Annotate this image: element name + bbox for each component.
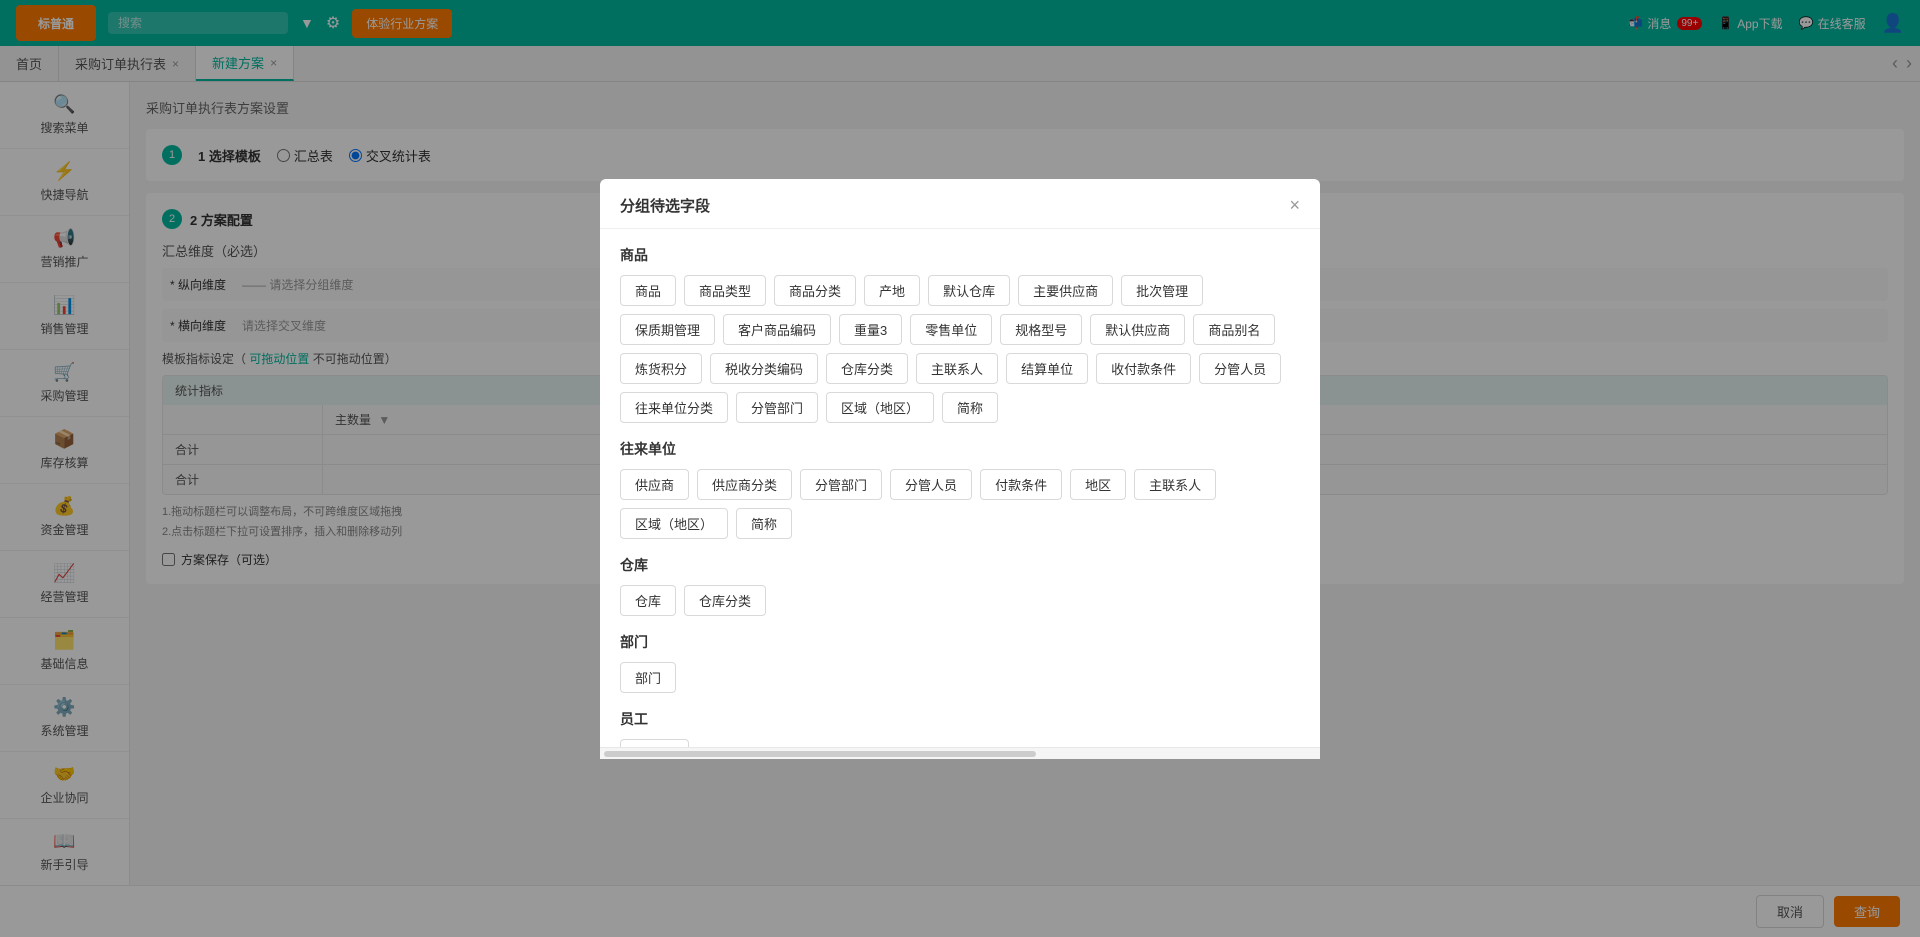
field-short-name[interactable]: 简称	[942, 392, 998, 423]
field-warehouse-category[interactable]: 仓库分类	[826, 353, 908, 384]
field-goods-category[interactable]: 商品分类	[774, 275, 856, 306]
field-warehouse-cat[interactable]: 仓库分类	[684, 585, 766, 616]
modal-close-btn[interactable]: ×	[1289, 196, 1300, 214]
section-title-goods: 商品	[620, 245, 1300, 265]
field-area[interactable]: 地区	[1070, 469, 1126, 500]
field-dept[interactable]: 分管部门	[736, 392, 818, 423]
modal-overlay: 分组待选字段 × 商品 商品 商品类型 商品分类 产地 默认仓库 主要供应商 批…	[0, 0, 1920, 937]
section-title-partner: 往来单位	[620, 439, 1300, 459]
field-spec-model[interactable]: 规格型号	[1000, 314, 1082, 345]
field-grid-goods: 商品 商品类型 商品分类 产地 默认仓库 主要供应商 批次管理 保质期管理 客户…	[620, 275, 1300, 423]
field-goods-alias[interactable]: 商品别名	[1193, 314, 1275, 345]
field-region2[interactable]: 区域（地区）	[620, 508, 728, 539]
field-grid-dept: 部门	[620, 662, 1300, 693]
field-main-contact[interactable]: 主联系人	[916, 353, 998, 384]
field-selection-modal: 分组待选字段 × 商品 商品 商品类型 商品分类 产地 默认仓库 主要供应商 批…	[600, 179, 1320, 759]
field-weight3[interactable]: 重量3	[839, 314, 902, 345]
field-customer-goods-code[interactable]: 客户商品编码	[723, 314, 831, 345]
modal-scrollbar	[600, 747, 1320, 759]
field-goods[interactable]: 商品	[620, 275, 676, 306]
field-salesperson[interactable]: 业务员	[620, 739, 689, 747]
field-default-warehouse[interactable]: 默认仓库	[928, 275, 1010, 306]
field-tax-code[interactable]: 税收分类编码	[710, 353, 818, 384]
section-title-dept: 部门	[620, 632, 1300, 652]
field-grid-warehouse: 仓库 仓库分类	[620, 585, 1300, 616]
field-default-supplier[interactable]: 默认供应商	[1090, 314, 1185, 345]
field-supplier[interactable]: 供应商	[620, 469, 689, 500]
field-refine-points[interactable]: 炼货积分	[620, 353, 702, 384]
modal-body: 商品 商品 商品类型 商品分类 产地 默认仓库 主要供应商 批次管理 保质期管理…	[600, 229, 1320, 747]
field-supplier-category[interactable]: 供应商分类	[697, 469, 792, 500]
field-batch-mgmt[interactable]: 批次管理	[1121, 275, 1203, 306]
section-title-employee: 员工	[620, 709, 1300, 729]
field-goods-type[interactable]: 商品类型	[684, 275, 766, 306]
field-settlement-unit[interactable]: 结算单位	[1006, 353, 1088, 384]
field-department[interactable]: 部门	[620, 662, 676, 693]
modal-title: 分组待选字段	[620, 195, 710, 216]
section-title-warehouse: 仓库	[620, 555, 1300, 575]
field-warehouse[interactable]: 仓库	[620, 585, 676, 616]
field-origin[interactable]: 产地	[864, 275, 920, 306]
field-pay-terms[interactable]: 付款条件	[980, 469, 1062, 500]
field-abbr[interactable]: 简称	[736, 508, 792, 539]
field-contact[interactable]: 主联系人	[1134, 469, 1216, 500]
field-partner-category[interactable]: 往来单位分类	[620, 392, 728, 423]
field-shelf-life[interactable]: 保质期管理	[620, 314, 715, 345]
field-retail-unit[interactable]: 零售单位	[910, 314, 992, 345]
field-payment-terms[interactable]: 收付款条件	[1096, 353, 1191, 384]
field-grid-partner: 供应商 供应商分类 分管部门 分管人员 付款条件 地区 主联系人 区域（地区） …	[620, 469, 1300, 539]
field-mgmt-person[interactable]: 分管人员	[890, 469, 972, 500]
field-mgmt-dept[interactable]: 分管部门	[800, 469, 882, 500]
modal-header: 分组待选字段 ×	[600, 179, 1320, 229]
field-manager[interactable]: 分管人员	[1199, 353, 1281, 384]
field-main-supplier[interactable]: 主要供应商	[1018, 275, 1113, 306]
field-region[interactable]: 区域（地区）	[826, 392, 934, 423]
field-grid-employee: 业务员	[620, 739, 1300, 747]
